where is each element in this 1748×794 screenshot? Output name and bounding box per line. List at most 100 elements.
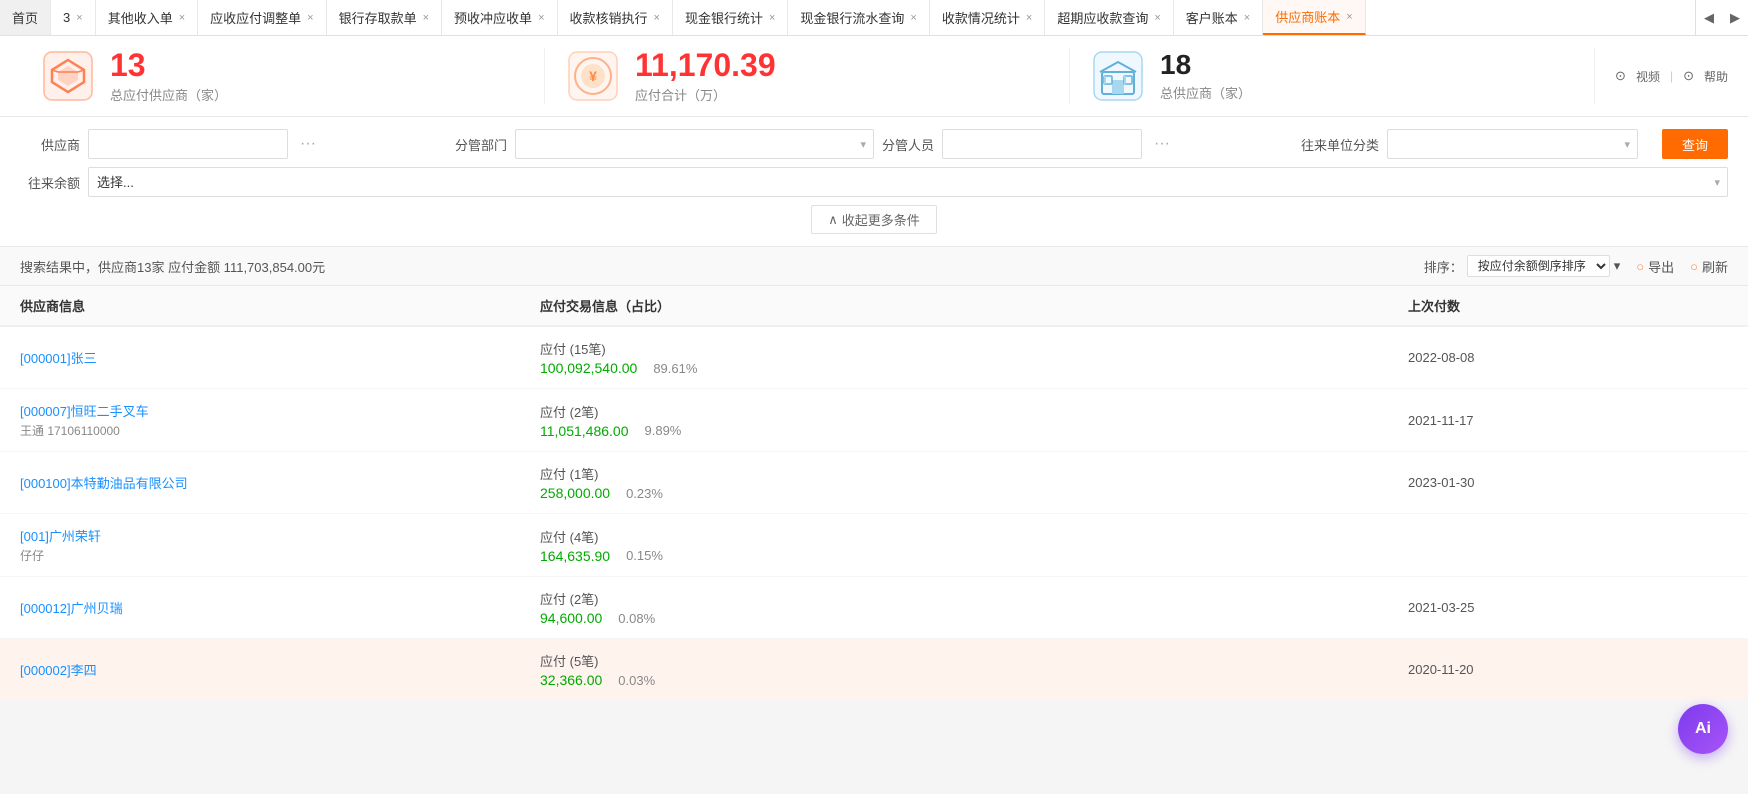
close-icon[interactable]: × <box>1154 12 1160 24</box>
last-pay-cell: 2021-03-25 <box>1408 600 1728 615</box>
balance-select-wrap: 选择... ▾ <box>88 167 1728 197</box>
table-row: [000100]本特勤油品有限公司 应付 (1笔) 258,000.00 0.2… <box>0 452 1748 514</box>
collapse-button[interactable]: ∧ 收起更多条件 <box>811 205 937 234</box>
top-navigation: 首页 3 × 其他收入单 × 应收应付调整单 × 银行存取款单 × 预收冲应收单… <box>0 0 1748 36</box>
close-icon[interactable]: × <box>538 12 544 24</box>
close-icon[interactable]: × <box>1346 11 1352 23</box>
close-icon[interactable]: × <box>654 12 660 24</box>
nav-tab-customer-ledger[interactable]: 客户账本 × <box>1174 0 1263 35</box>
export-action[interactable]: ○ 导出 <box>1636 257 1674 276</box>
tx-row: 11,051,486.00 9.89% <box>540 423 1408 439</box>
nav-arrow-right[interactable]: ▶ <box>1722 0 1748 36</box>
supplier-cell: [000001]张三 <box>20 348 540 367</box>
close-icon[interactable]: × <box>769 12 775 24</box>
stat-ap-total: ¥ 11,170.39 应付合计（万） <box>545 48 1070 104</box>
last-pay-cell: 2020-11-20 <box>1408 662 1728 677</box>
filter-row-1: 供应商 ··· 分管部门 ▾ 分管人员 ··· 往来单位分类 <box>20 129 1728 159</box>
sort-select: 排序： 按应付余额倒序排序 ▾ <box>1424 255 1621 277</box>
stat-total-suppliers: 18 总供应商（家） <box>1070 48 1595 104</box>
tx-percent: 0.08% <box>618 611 655 626</box>
category-select[interactable] <box>1387 129 1638 159</box>
total-suppliers-label: 总供应商（家） <box>1160 83 1251 102</box>
tx-cell: 应付 (5笔) 32,366.00 0.03% <box>540 651 1408 688</box>
nav-tab-prepaid-charge[interactable]: 预收冲应收单 × <box>442 0 557 35</box>
tx-row: 164,635.90 0.15% <box>540 548 1408 564</box>
close-icon[interactable]: × <box>1026 12 1032 24</box>
ai-button[interactable]: Ai <box>1678 704 1728 754</box>
tx-row: 32,366.00 0.03% <box>540 672 1408 688</box>
supplier-cell: [001]广州荣轩 仔仔 <box>20 526 540 564</box>
tx-percent: 89.61% <box>653 361 697 376</box>
video-link[interactable]: 视频 <box>1636 68 1660 85</box>
nav-tab-ar-ap-adj[interactable]: 应收应付调整单 × <box>198 0 326 35</box>
supplier-link[interactable]: [000002]李四 <box>20 663 97 678</box>
supplier-link[interactable]: [000012]广州贝瑞 <box>20 601 123 616</box>
supplier-link[interactable]: [000100]本特勤油品有限公司 <box>20 476 188 491</box>
tx-amount[interactable]: 94,600.00 <box>540 610 602 626</box>
close-icon[interactable]: × <box>1244 12 1250 24</box>
tx-amount[interactable]: 11,051,486.00 <box>540 423 629 439</box>
nav-tab-receipt-stat[interactable]: 收款情况统计 × <box>930 0 1045 35</box>
export-icon: ○ <box>1636 259 1644 274</box>
nav-tab-home[interactable]: 首页 <box>0 0 51 35</box>
last-pay-date: 2021-11-17 <box>1408 413 1474 428</box>
supplier-cell: [000002]李四 <box>20 660 540 679</box>
filter-category: 往来单位分类 ▾ 查询 <box>1301 129 1728 159</box>
sort-label: 排序： <box>1424 257 1463 276</box>
nav-tab-other-income[interactable]: 其他收入单 × <box>96 0 198 35</box>
close-icon[interactable]: × <box>423 12 429 24</box>
supplier-cell: [000007]恒旺二手叉车 王通 17106110000 <box>20 401 540 439</box>
tx-label: 应付 (2笔) <box>540 402 1408 421</box>
nav-tab-receipt-verify[interactable]: 收款核销执行 × <box>558 0 673 35</box>
refresh-label[interactable]: 刷新 <box>1702 257 1728 276</box>
tx-amount[interactable]: 258,000.00 <box>540 485 610 501</box>
supplier-input[interactable] <box>88 129 288 159</box>
export-label[interactable]: 导出 <box>1648 257 1674 276</box>
search-button[interactable]: 查询 <box>1662 129 1728 159</box>
nav-tab-bank-deposit[interactable]: 银行存取款单 × <box>327 0 442 35</box>
nav-tab-overdue-ar[interactable]: 超期应收款查询 × <box>1045 0 1173 35</box>
sort-dropdown[interactable]: 按应付余额倒序排序 <box>1467 255 1610 277</box>
ai-label: Ai <box>1695 720 1711 738</box>
nav-tab-3[interactable]: 3 × <box>51 0 96 35</box>
person-label: 分管人员 <box>874 135 934 154</box>
tx-amount[interactable]: 164,635.90 <box>540 548 610 564</box>
svg-text:¥: ¥ <box>589 68 597 84</box>
ap-total-info: 11,170.39 应付合计（万） <box>635 49 776 104</box>
dept-select[interactable] <box>515 129 874 159</box>
supplier-link[interactable]: [000001]张三 <box>20 351 97 366</box>
close-icon[interactable]: × <box>179 12 185 24</box>
refresh-action[interactable]: ○ 刷新 <box>1690 257 1728 276</box>
supplier-link[interactable]: [000007]恒旺二手叉车 <box>20 404 149 419</box>
person-input[interactable] <box>942 129 1142 159</box>
category-select-wrap: ▾ <box>1387 129 1638 159</box>
person-more-icon[interactable]: ··· <box>1154 135 1170 153</box>
nav-tab-cash-bank-flow[interactable]: 现金银行流水查询 × <box>788 0 929 35</box>
nav-arrow-left[interactable]: ◀ <box>1696 0 1722 36</box>
supplier-more-icon[interactable]: ··· <box>300 135 316 153</box>
balance-select[interactable]: 选择... <box>88 167 1728 197</box>
result-bar: 搜索结果中，供应商13家 应付金额 111,703,854.00元 排序： 按应… <box>0 247 1748 286</box>
tx-amount[interactable]: 100,092,540.00 <box>540 360 637 376</box>
supplier-cell: [000012]广州贝瑞 <box>20 598 540 617</box>
ap-suppliers-info: 13 总应付供应商（家） <box>110 49 227 104</box>
tx-label: 应付 (5笔) <box>540 651 1408 670</box>
filter-balance: 往来余额 选择... ▾ <box>20 167 1728 197</box>
tx-row: 100,092,540.00 89.61% <box>540 360 1408 376</box>
tx-amount[interactable]: 32,366.00 <box>540 672 602 688</box>
close-icon[interactable]: × <box>76 12 82 24</box>
tx-label: 应付 (4笔) <box>540 527 1408 546</box>
supplier-link[interactable]: [001]广州荣轩 <box>20 529 101 544</box>
close-icon[interactable]: × <box>910 12 916 24</box>
tx-percent: 0.23% <box>626 486 663 501</box>
nav-arrows: ◀ ▶ <box>1695 0 1748 36</box>
tx-percent: 0.15% <box>626 548 663 563</box>
supplier-cell: [000100]本特勤油品有限公司 <box>20 473 540 492</box>
table-header: 供应商信息 应付交易信息（占比） 上次付数 <box>0 286 1748 327</box>
close-icon[interactable]: × <box>307 12 313 24</box>
filter-supplier: 供应商 ··· <box>20 129 447 159</box>
tx-cell: 应付 (15笔) 100,092,540.00 89.61% <box>540 339 1408 376</box>
nav-tab-supplier-ledger[interactable]: 供应商账本 × <box>1263 0 1365 35</box>
help-link[interactable]: 帮助 <box>1704 68 1728 85</box>
nav-tab-cash-bank-stat[interactable]: 现金银行统计 × <box>673 0 788 35</box>
